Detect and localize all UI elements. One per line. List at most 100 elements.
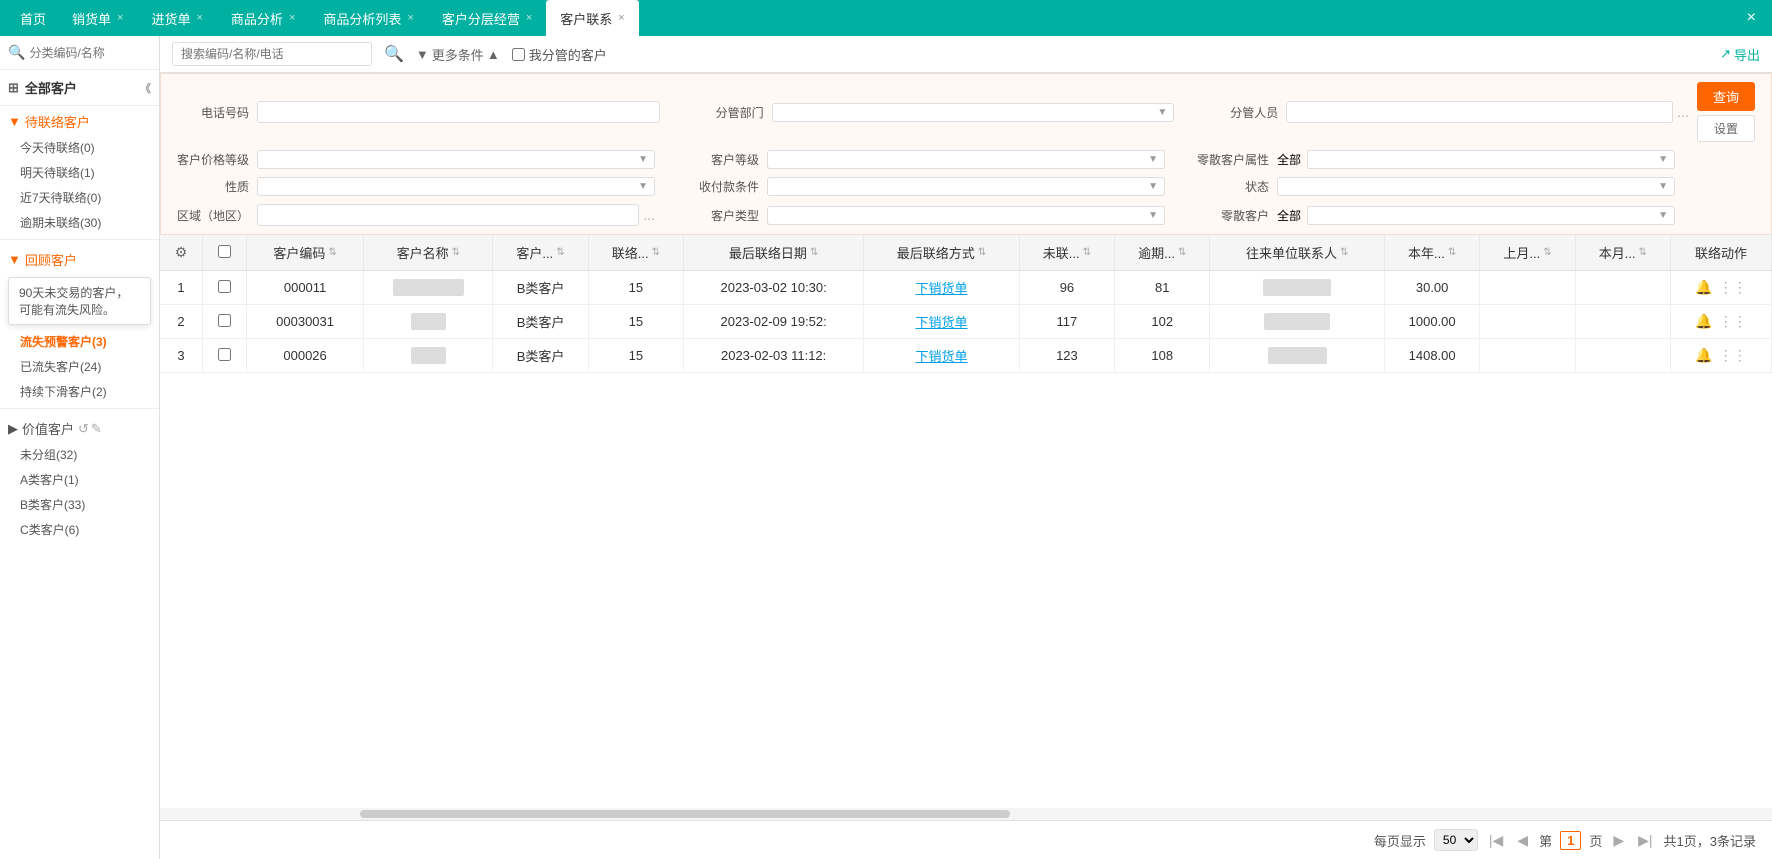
pagination-bar: 每页显示 50 |◀ ◀ 第 1 页 ▶ ▶| 共1页，3条记录 xyxy=(160,820,1772,859)
person-input[interactable] xyxy=(1286,101,1673,123)
cell-partner: ██ ███... xyxy=(1210,271,1385,305)
cell-check[interactable] xyxy=(202,339,246,373)
row-checkbox[interactable] xyxy=(218,280,231,293)
select-all-checkbox[interactable] xyxy=(218,245,231,258)
sort-partner-icon[interactable]: ⇅ xyxy=(1340,247,1348,258)
window-close-icon[interactable]: × xyxy=(1739,9,1764,27)
sidebar-item-ungroup[interactable]: 未分组(32) xyxy=(0,442,159,467)
filter-search-button[interactable]: 🔍 xyxy=(384,44,404,64)
ctype-select[interactable]: ▼ xyxy=(767,206,1165,225)
level-select[interactable]: ▼ xyxy=(767,150,1165,169)
grade-select[interactable]: ▼ xyxy=(257,150,655,169)
last-page-button[interactable]: ▶| xyxy=(1635,832,1655,849)
th-check xyxy=(202,235,246,271)
filter-more-conditions[interactable]: ▼ 更多条件 ▲ xyxy=(416,45,500,64)
nav-tab-customerlayer[interactable]: 客户分层经营 × xyxy=(428,0,546,36)
level-label: 客户等级 xyxy=(687,151,767,168)
sidebar-item-churned[interactable]: 已流失客户(24) xyxy=(0,354,159,379)
nav-tab-productanalysis[interactable]: 商品分析 × xyxy=(217,0,309,36)
sidebar-item-b-class[interactable]: B类客户(33) xyxy=(0,492,159,517)
cell-check[interactable] xyxy=(202,305,246,339)
region-input[interactable] xyxy=(257,204,639,226)
sidebar-item-declining[interactable]: 持续下滑客户(2) xyxy=(0,379,159,404)
horizontal-scrollbar[interactable] xyxy=(160,808,1772,820)
cell-num: 3 xyxy=(160,339,202,373)
sort-unlinkdays-icon[interactable]: ⇅ xyxy=(1083,247,1091,258)
adv-filter-row-2: 客户价格等级 ▼ 客户等级 ▼ 零散客户属性 xyxy=(177,150,1755,169)
add-icon[interactable]: ✎ xyxy=(91,421,102,437)
close-salesorder-icon[interactable]: × xyxy=(117,12,123,24)
nav-tab-customercontact[interactable]: 客户联系 × xyxy=(546,0,638,36)
sort-name-icon[interactable]: ⇅ xyxy=(452,247,460,258)
th-lastmonth: 上月... ⇅ xyxy=(1480,235,1575,271)
sort-code-icon[interactable]: ⇅ xyxy=(328,247,336,258)
sort-overdue-icon[interactable]: ⇅ xyxy=(1178,247,1186,258)
first-page-button[interactable]: |◀ xyxy=(1486,832,1506,849)
sidebar-group-value[interactable]: ▶ 价值客户 ↺ ✎ xyxy=(0,413,159,442)
retail-field: 零散客户 全部 ▼ xyxy=(1197,206,1675,225)
close-productanalysis-icon[interactable]: × xyxy=(289,12,295,24)
sidebar-search-input[interactable] xyxy=(29,46,151,60)
export-button[interactable]: ↗ 导出 xyxy=(1720,45,1760,64)
sort-type-icon[interactable]: ⇅ xyxy=(556,247,564,258)
sort-contact-icon[interactable]: ⇅ xyxy=(652,247,660,258)
sidebar-group-pending[interactable]: ▼ 待联络客户 xyxy=(0,106,159,135)
close-customercontact-icon[interactable]: × xyxy=(618,12,624,24)
prev-page-button[interactable]: ◀ xyxy=(1514,832,1531,849)
sidebar-item-churn-warning[interactable]: 流失预警客户(3) xyxy=(0,329,159,354)
sidebar-item-tomorrow-pending[interactable]: 明天待联络(1) xyxy=(0,160,159,185)
payment-select[interactable]: ▼ xyxy=(767,177,1165,196)
sidebar-item-a-class[interactable]: A类客户(1) xyxy=(0,467,159,492)
settings-button[interactable]: 设置 xyxy=(1697,115,1755,142)
sidebar-item-today-pending[interactable]: 今天待联络(0) xyxy=(0,135,159,160)
nav-tab-productlist[interactable]: 商品分析列表 × xyxy=(309,0,427,36)
close-purchaseorder-icon[interactable]: × xyxy=(196,12,202,24)
my-customers-checkbox[interactable] xyxy=(512,48,525,61)
close-customerlayer-icon[interactable]: × xyxy=(526,12,532,24)
status-select[interactable]: ▼ xyxy=(1277,177,1675,196)
th-overdue: 逾期... ⇅ xyxy=(1115,235,1210,271)
cell-name: ██ xyxy=(364,305,493,339)
row-checkbox[interactable] xyxy=(218,348,231,361)
person-dots-icon[interactable]: ... xyxy=(1677,104,1689,120)
phone-input[interactable] xyxy=(257,101,660,123)
nav-tab-purchaseorder[interactable]: 进货单 × xyxy=(137,0,216,36)
contact-action-icon[interactable]: 🔔 xyxy=(1695,313,1712,330)
nature-select[interactable]: ▼ xyxy=(257,177,655,196)
sort-lastdate-icon[interactable]: ⇅ xyxy=(810,247,818,258)
contact-action-icon[interactable]: 🔔 xyxy=(1695,347,1712,364)
dept-select[interactable]: ▼ xyxy=(772,103,1175,122)
row-checkbox[interactable] xyxy=(218,314,231,327)
sidebar-group-review[interactable]: ▼ 回顾客户 xyxy=(0,244,159,273)
sort-lastmonth-icon[interactable]: ⇅ xyxy=(1543,247,1551,258)
retail-select[interactable]: ▼ xyxy=(1307,206,1675,225)
cell-check[interactable] xyxy=(202,271,246,305)
settings-icon[interactable]: ⚙ xyxy=(175,244,188,261)
close-productlist-icon[interactable]: × xyxy=(407,12,413,24)
next-page-button[interactable]: ▶ xyxy=(1610,832,1627,849)
sidebar-item-overdue-pending[interactable]: 逾期未联络(30) xyxy=(0,210,159,235)
sort-thisyear-icon[interactable]: ⇅ xyxy=(1448,247,1456,258)
filter-search-input[interactable] xyxy=(172,42,372,66)
more-action-icon[interactable]: ⋮⋮ xyxy=(1719,279,1747,296)
sidebar-all-customers[interactable]: ⊞ 全部客户 《 xyxy=(0,70,159,106)
nav-home[interactable]: 首页 xyxy=(8,0,58,36)
sort-lastmethod-icon[interactable]: ⇅ xyxy=(978,247,986,258)
per-page-select[interactable]: 50 xyxy=(1434,829,1478,851)
more-action-icon[interactable]: ⋮⋮ xyxy=(1719,347,1747,364)
collapse-icon[interactable]: 《 xyxy=(140,80,151,96)
attr-select[interactable]: ▼ xyxy=(1307,150,1675,169)
region-dots-icon[interactable]: ... xyxy=(643,207,655,223)
contact-action-icon[interactable]: 🔔 xyxy=(1695,279,1712,296)
nature-label: 性质 xyxy=(177,178,257,195)
my-customers-checkbox-label[interactable]: 我分管的客户 xyxy=(512,45,607,64)
query-button[interactable]: 查询 xyxy=(1697,82,1755,111)
sidebar-item-7days-pending[interactable]: 近7天待联络(0) xyxy=(0,185,159,210)
more-action-icon[interactable]: ⋮⋮ xyxy=(1719,313,1747,330)
edit-icon[interactable]: ↺ xyxy=(78,421,89,437)
scrollbar-thumb[interactable] xyxy=(360,810,1010,818)
sort-thismonth-icon[interactable]: ⇅ xyxy=(1639,247,1647,258)
nature-field: 性质 ▼ xyxy=(177,177,655,196)
sidebar-item-c-class[interactable]: C类客户(6) xyxy=(0,517,159,542)
nav-tab-salesorder[interactable]: 销货单 × xyxy=(58,0,137,36)
